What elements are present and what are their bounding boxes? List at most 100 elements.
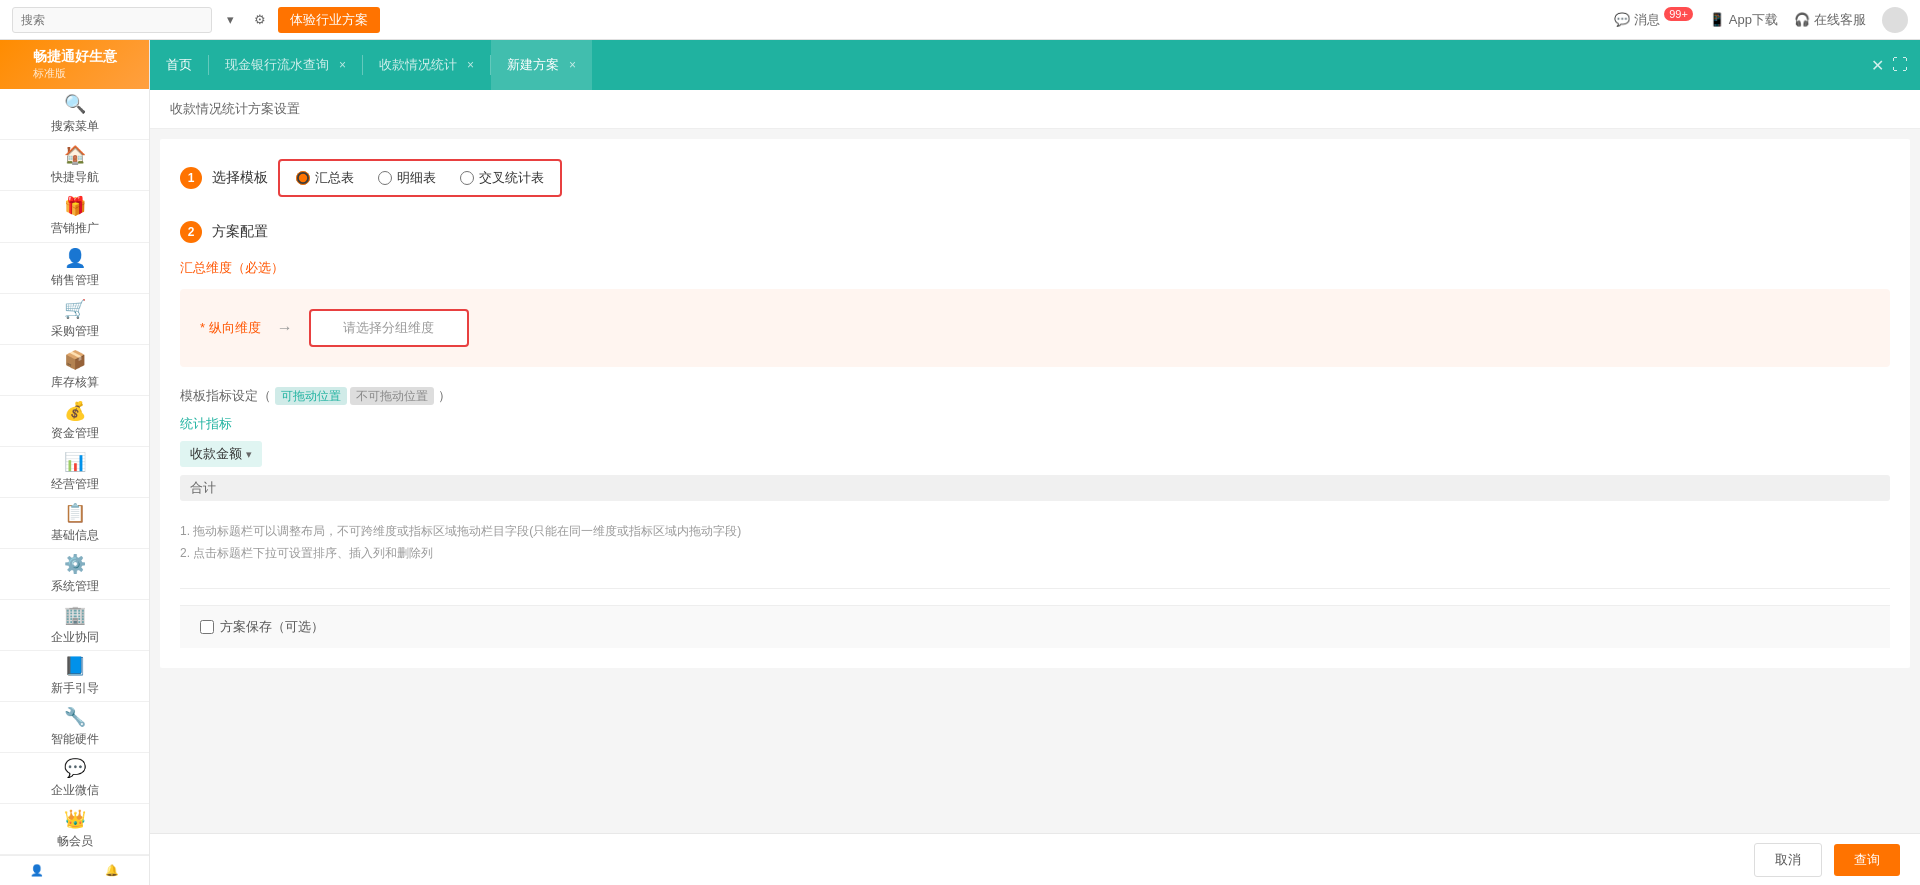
- sidebar-item-purchase[interactable]: 🛒 采购管理: [0, 294, 149, 345]
- sidebar-item-label: 基础信息: [51, 527, 99, 544]
- gear-icon[interactable]: ⚙: [248, 8, 272, 32]
- metrics-label-suffix: ）: [438, 388, 451, 403]
- step2-header: 2 方案配置: [180, 221, 1890, 243]
- clipboard-icon: 📋: [64, 502, 86, 524]
- sidebar-item-enterprise[interactable]: 🏢 企业协同: [0, 600, 149, 651]
- radio-cross-input[interactable]: [460, 171, 474, 185]
- tab-receipts[interactable]: 收款情况统计 ×: [363, 40, 490, 90]
- metrics-subtag-row: 合计: [180, 475, 1890, 501]
- top-bar-right: 💬 消息 99+ 📱 App下载 🎧 在线客服: [1614, 7, 1908, 33]
- support-label: 在线客服: [1814, 11, 1866, 29]
- top-search-input[interactable]: [12, 7, 212, 33]
- sidebar-logo: 畅捷通好生意 标准版: [0, 40, 149, 89]
- tool-icon: 🔧: [64, 706, 86, 728]
- radio-detail-input[interactable]: [378, 171, 392, 185]
- tab-cashflow-close[interactable]: ×: [339, 58, 346, 72]
- dimension-select[interactable]: 请选择分组维度: [309, 309, 469, 347]
- money-icon: 💰: [64, 400, 86, 422]
- sidebar-item-label: 经营管理: [51, 476, 99, 493]
- close-window-icon[interactable]: ✕: [1871, 56, 1884, 75]
- radio-detail[interactable]: 明细表: [378, 169, 436, 187]
- sidebar-item-inventory[interactable]: 📦 库存核算: [0, 345, 149, 396]
- book-icon: 📘: [64, 655, 86, 677]
- version-text: 标准版: [33, 66, 117, 81]
- save-checkbox[interactable]: [200, 620, 214, 634]
- sidebar-item-marketing[interactable]: 🎁 营销推广: [0, 191, 149, 242]
- sidebar-item-sales[interactable]: 👤 销售管理: [0, 243, 149, 294]
- tab-bar-right: ✕ ⛶: [1871, 56, 1920, 75]
- radio-summary-input[interactable]: [296, 171, 310, 185]
- sidebar-item-wechat[interactable]: 💬 企业微信: [0, 753, 149, 804]
- support-item[interactable]: 🎧 在线客服: [1794, 11, 1866, 29]
- crown-icon: 👑: [64, 808, 86, 830]
- dimension-placeholder: 请选择分组维度: [343, 320, 434, 335]
- person-icon: 👤: [64, 247, 86, 269]
- message-icon: 💬: [1614, 12, 1630, 27]
- user-bottom-icon: 👤: [30, 864, 44, 877]
- sidebar-item-vip[interactable]: 👑 畅会员: [0, 804, 149, 855]
- message-item[interactable]: 💬 消息 99+: [1614, 11, 1693, 29]
- notify-icon: 🔔: [105, 864, 119, 877]
- metrics-label-text: 模板指标设定（: [180, 388, 271, 403]
- step2-section: 2 方案配置 汇总维度（必选） * 纵向维度 → 请选择分组维度: [180, 221, 1890, 564]
- support-icon: 🎧: [1794, 12, 1810, 27]
- radio-cross[interactable]: 交叉统计表: [460, 169, 544, 187]
- sidebar-item-management[interactable]: 📊 经营管理: [0, 447, 149, 498]
- sidebar-item-guide[interactable]: 📘 新手引导: [0, 651, 149, 702]
- sidebar-bottom-user[interactable]: 👤: [30, 864, 44, 877]
- metrics-subtag-total: 合计: [180, 475, 1890, 501]
- metrics-tag-amount[interactable]: 收款金额 ▾: [180, 441, 262, 467]
- message-label: 消息: [1634, 11, 1660, 29]
- sidebar-item-label: 资金管理: [51, 425, 99, 442]
- dimension-row-label: * 纵向维度: [200, 319, 261, 337]
- tab-receipts-close[interactable]: ×: [467, 58, 474, 72]
- sidebar-item-system[interactable]: ⚙️ 系统管理: [0, 549, 149, 600]
- top-bar: ▾ ⚙ 体验行业方案 💬 消息 99+ 📱 App下载 🎧 在线客服: [0, 0, 1920, 40]
- sidebar-item-label: 销售管理: [51, 272, 99, 289]
- sidebar-item-label: 搜索菜单: [51, 118, 99, 135]
- step1-section: 1 选择模板 汇总表 明细表: [180, 159, 1890, 197]
- sidebar-item-label: 库存核算: [51, 374, 99, 391]
- cancel-button[interactable]: 取消: [1754, 843, 1822, 877]
- chevron-down-icon: ▾: [246, 448, 252, 461]
- query-button[interactable]: 查询: [1834, 844, 1900, 876]
- radio-summary[interactable]: 汇总表: [296, 169, 354, 187]
- sidebar: 畅捷通好生意 标准版 🔍 搜索菜单 🏠 快捷导航 🎁 营销推广 👤 销售管理 🛒…: [0, 40, 150, 885]
- download-label: App下载: [1729, 11, 1778, 29]
- download-item[interactable]: 📱 App下载: [1709, 11, 1778, 29]
- sidebar-item-label: 采购管理: [51, 323, 99, 340]
- metrics-tags: 收款金额 ▾: [180, 441, 1890, 467]
- sidebar-item-search[interactable]: 🔍 搜索菜单: [0, 89, 149, 140]
- maximize-icon[interactable]: ⛶: [1892, 56, 1908, 74]
- sidebar-item-nav[interactable]: 🏠 快捷导航: [0, 140, 149, 191]
- tip-line1: 1. 拖动标题栏可以调整布局，不可跨维度或指标区域拖动栏目字段(只能在同一维度或…: [180, 521, 1890, 543]
- tip-line2: 2. 点击标题栏下拉可设置排序、插入列和删除列: [180, 543, 1890, 565]
- sidebar-item-label: 企业微信: [51, 782, 99, 799]
- step2-title: 方案配置: [212, 223, 268, 241]
- tab-new-plan[interactable]: 新建方案 ×: [491, 40, 592, 90]
- metrics-section: 模板指标设定（ 可拖动位置 不可拖动位置 ） 统计指标 收款金额 ▾: [180, 387, 1890, 501]
- tab-cashflow[interactable]: 现金银行流水查询 ×: [209, 40, 362, 90]
- footer-bar: 取消 查询: [150, 833, 1920, 885]
- sidebar-item-finance[interactable]: 💰 资金管理: [0, 396, 149, 447]
- dropdown-icon[interactable]: ▾: [218, 8, 242, 32]
- sidebar-item-hardware[interactable]: 🔧 智能硬件: [0, 702, 149, 753]
- dimension-label-text: 汇总维度（必选）: [180, 260, 284, 275]
- sidebar-bottom-notify[interactable]: 🔔: [105, 864, 119, 877]
- tab-home-label: 首页: [166, 56, 192, 74]
- sidebar-item-basic[interactable]: 📋 基础信息: [0, 498, 149, 549]
- home-icon: 🏠: [64, 144, 86, 166]
- industry-btn[interactable]: 体验行业方案: [278, 7, 380, 33]
- content-area: 首页 现金银行流水查询 × 收款情况统计 × 新建方案 × ✕ ⛶: [150, 40, 1920, 885]
- radio-detail-label: 明细表: [397, 169, 436, 187]
- template-radio-group: 汇总表 明细表 交叉统计表: [278, 159, 562, 197]
- sidebar-item-label: 营销推广: [51, 220, 99, 237]
- sidebar-item-label: 系统管理: [51, 578, 99, 595]
- main-container: 畅捷通好生意 标准版 🔍 搜索菜单 🏠 快捷导航 🎁 营销推广 👤 销售管理 🛒…: [0, 40, 1920, 885]
- page-header: 收款情况统计方案设置: [150, 90, 1920, 129]
- download-icon: 📱: [1709, 12, 1725, 27]
- gear2-icon: ⚙️: [64, 553, 86, 575]
- tab-new-plan-close[interactable]: ×: [569, 58, 576, 72]
- tab-home[interactable]: 首页: [150, 40, 208, 90]
- avatar[interactable]: [1882, 7, 1908, 33]
